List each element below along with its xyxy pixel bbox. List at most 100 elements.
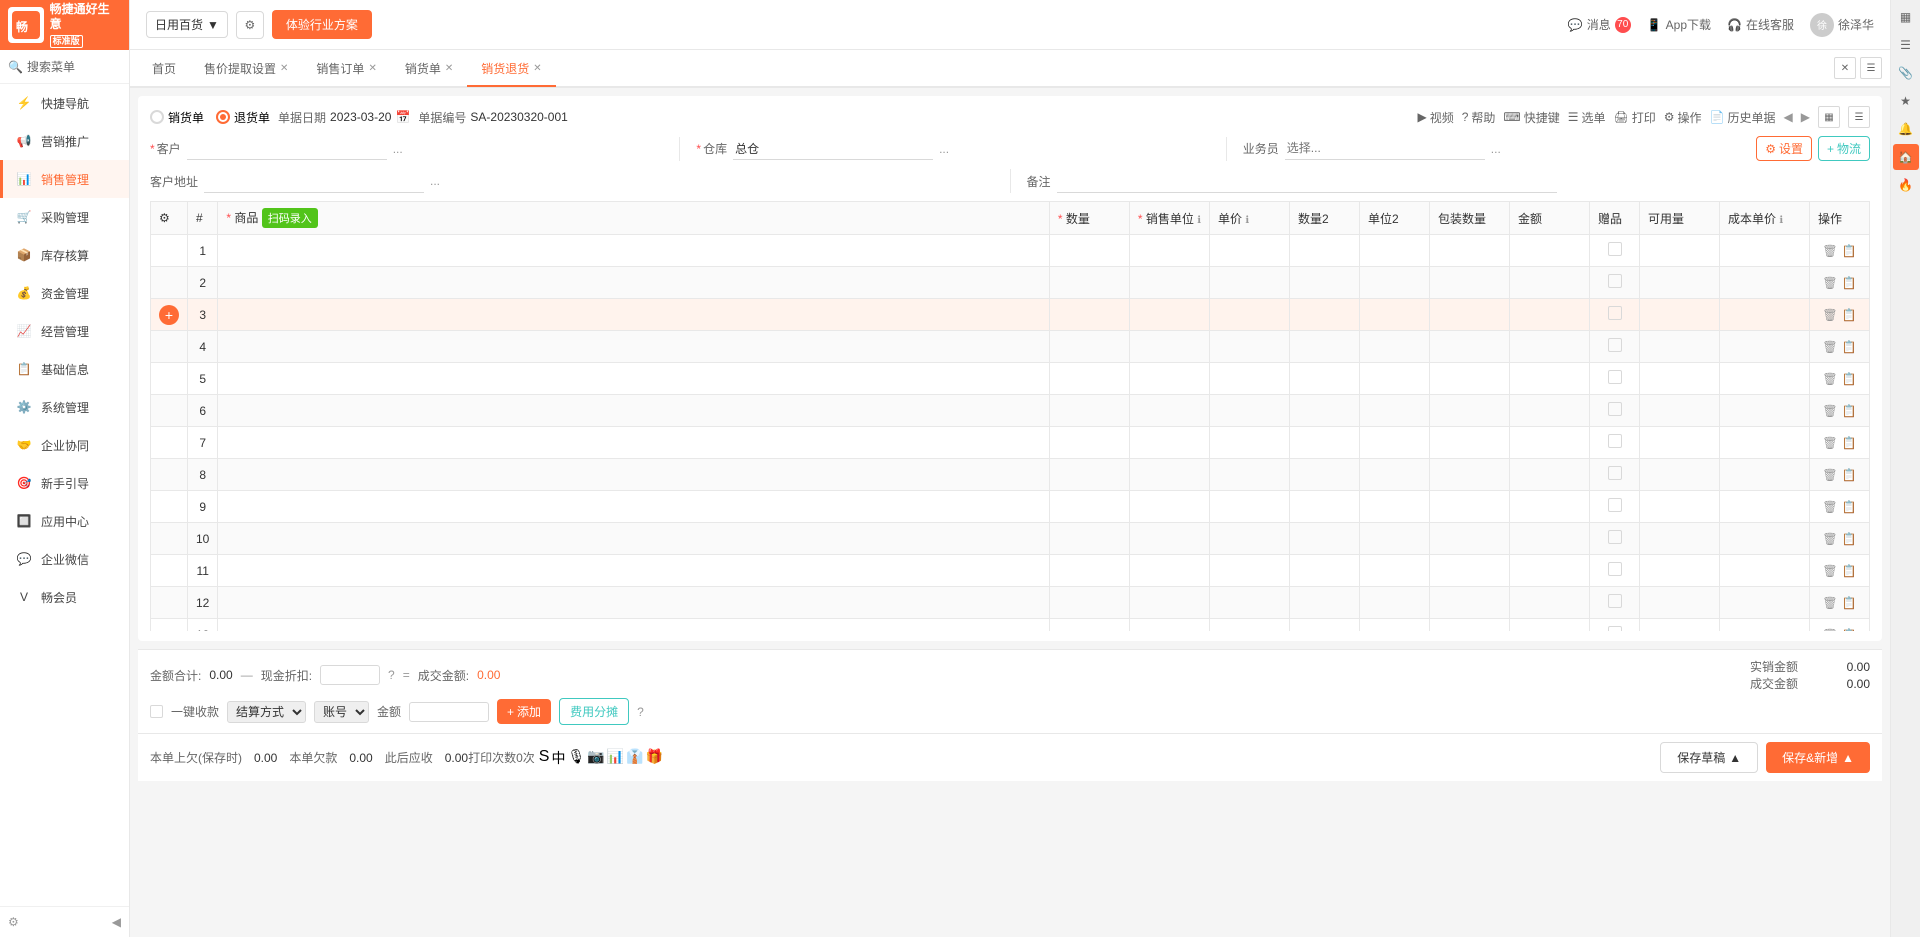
price-cell[interactable] [1210,299,1290,331]
sidebar-item-shortcut[interactable]: ⚡ 快捷导航 [0,84,129,122]
sidebar-item-guide[interactable]: 🎯 新手引导 [0,464,129,502]
right-icon-5[interactable]: 🔔 [1893,116,1919,142]
tab-close-sale-order[interactable]: ✕ [368,63,376,74]
pack-cell[interactable] [1430,235,1510,267]
avail-cell[interactable] [1640,267,1720,299]
unit2-cell[interactable] [1360,555,1430,587]
delete-row-icon[interactable]: 🗑 [1822,404,1837,418]
select-action[interactable]: ☰ 选单 [1568,109,1606,126]
qty-cell[interactable] [1049,363,1129,395]
gift-checkbox[interactable] [1608,562,1622,576]
qty-cell[interactable] [1049,555,1129,587]
salesperson-picker-btn[interactable]: ... [1491,142,1501,156]
price-cell[interactable] [1210,427,1290,459]
unit-cell[interactable] [1129,299,1209,331]
gift-cell[interactable] [1590,299,1640,331]
price-cell[interactable] [1210,395,1290,427]
unit-cell[interactable] [1129,619,1209,632]
product-cell[interactable] [218,555,1049,587]
setting-button[interactable]: ⚙ 设置 [1756,136,1812,161]
unit-cell[interactable] [1129,267,1209,299]
tab-sale-return[interactable]: 销货退货 ✕ [467,52,555,87]
qty-cell[interactable] [1049,235,1129,267]
product-cell[interactable] [218,331,1049,363]
fee-help-icon[interactable]: ? [637,705,644,719]
right-icon-7[interactable]: 🔥 [1893,172,1919,198]
gift-cell[interactable] [1590,491,1640,523]
pack-cell[interactable] [1430,331,1510,363]
amount-cell[interactable] [1510,619,1590,632]
amount-cell[interactable] [1510,491,1590,523]
help-action[interactable]: ? 帮助 [1462,109,1496,126]
customer-input[interactable] [187,137,387,160]
unit2-cell[interactable] [1360,619,1430,632]
unit2-cell[interactable] [1360,331,1430,363]
pack-cell[interactable] [1430,299,1510,331]
cost-cell[interactable] [1720,395,1810,427]
product-cell[interactable] [218,491,1049,523]
cost-cell[interactable] [1720,459,1810,491]
ops-action[interactable]: ⚙ 操作 [1664,109,1702,126]
fee-split-btn[interactable]: 费用分摊 [559,698,629,725]
unit2-cell[interactable] [1360,395,1430,427]
qty-cell[interactable] [1049,427,1129,459]
amount-cell[interactable] [1510,523,1590,555]
amount-cell[interactable] [1510,395,1590,427]
qty-cell[interactable] [1049,299,1129,331]
salesperson-input[interactable] [1285,137,1485,160]
copy-row-icon[interactable]: 📋 [1842,372,1857,386]
product-cell[interactable] [218,523,1049,555]
unit-cell[interactable] [1129,363,1209,395]
cost-cell[interactable] [1720,491,1810,523]
price-cell[interactable] [1210,459,1290,491]
gift-checkbox[interactable] [1608,498,1622,512]
gift-cell[interactable] [1590,267,1640,299]
tab-sale-order[interactable]: 销售订单 ✕ [302,52,390,87]
nav-prev-icon[interactable]: ◀ [1784,110,1793,124]
settlement-select[interactable]: 结算方式 [227,701,306,723]
qty-cell[interactable] [1049,619,1129,632]
unit-cell[interactable] [1129,587,1209,619]
cost-cell[interactable] [1720,427,1810,459]
unit-cell[interactable] [1129,331,1209,363]
avail-cell[interactable] [1640,427,1720,459]
amount-cell[interactable] [1510,299,1590,331]
unit-cell[interactable] [1129,491,1209,523]
add-row-btn[interactable]: + [159,305,179,325]
copy-row-icon[interactable]: 📋 [1842,436,1857,450]
nav-next-icon[interactable]: ▶ [1801,110,1810,124]
gift-checkbox[interactable] [1608,402,1622,416]
payment-amount-input[interactable] [409,702,489,722]
qty-cell[interactable] [1049,491,1129,523]
copy-row-icon[interactable]: 📋 [1842,468,1857,482]
unit-cell[interactable] [1129,555,1209,587]
copy-row-icon[interactable]: 📋 [1842,276,1857,290]
cost-cell[interactable] [1720,555,1810,587]
qty2-cell[interactable] [1290,491,1360,523]
delete-row-icon[interactable]: 🗑 [1822,276,1837,290]
qty-cell[interactable] [1049,331,1129,363]
pack-cell[interactable] [1430,395,1510,427]
gift-cell[interactable] [1590,235,1640,267]
cost-cell[interactable] [1720,299,1810,331]
account-select[interactable]: 账号 [314,701,369,723]
topbar-gear-btn[interactable]: ⚙ [236,11,264,39]
qty2-cell[interactable] [1290,587,1360,619]
unit2-cell[interactable] [1360,235,1430,267]
copy-row-icon[interactable]: 📋 [1842,564,1857,578]
copy-row-icon[interactable]: 📋 [1842,340,1857,354]
avail-cell[interactable] [1640,555,1720,587]
copy-row-icon[interactable]: 📋 [1842,532,1857,546]
amount-cell[interactable] [1510,459,1590,491]
sidebar-item-cooperation[interactable]: 🤝 企业协同 [0,426,129,464]
history-action[interactable]: 📄 历史单据 [1710,109,1776,126]
amount-cell[interactable] [1510,427,1590,459]
right-icon-2[interactable]: ☰ [1893,32,1919,58]
unit2-cell[interactable] [1360,459,1430,491]
pack-cell[interactable] [1430,619,1510,632]
gift-checkbox[interactable] [1608,306,1622,320]
view-grid-btn[interactable]: ▦ [1818,106,1840,128]
copy-row-icon[interactable]: 📋 [1842,244,1857,258]
tab-close-sale-setting[interactable]: ✕ [280,63,288,74]
delete-row-icon[interactable]: 🗑 [1822,372,1837,386]
